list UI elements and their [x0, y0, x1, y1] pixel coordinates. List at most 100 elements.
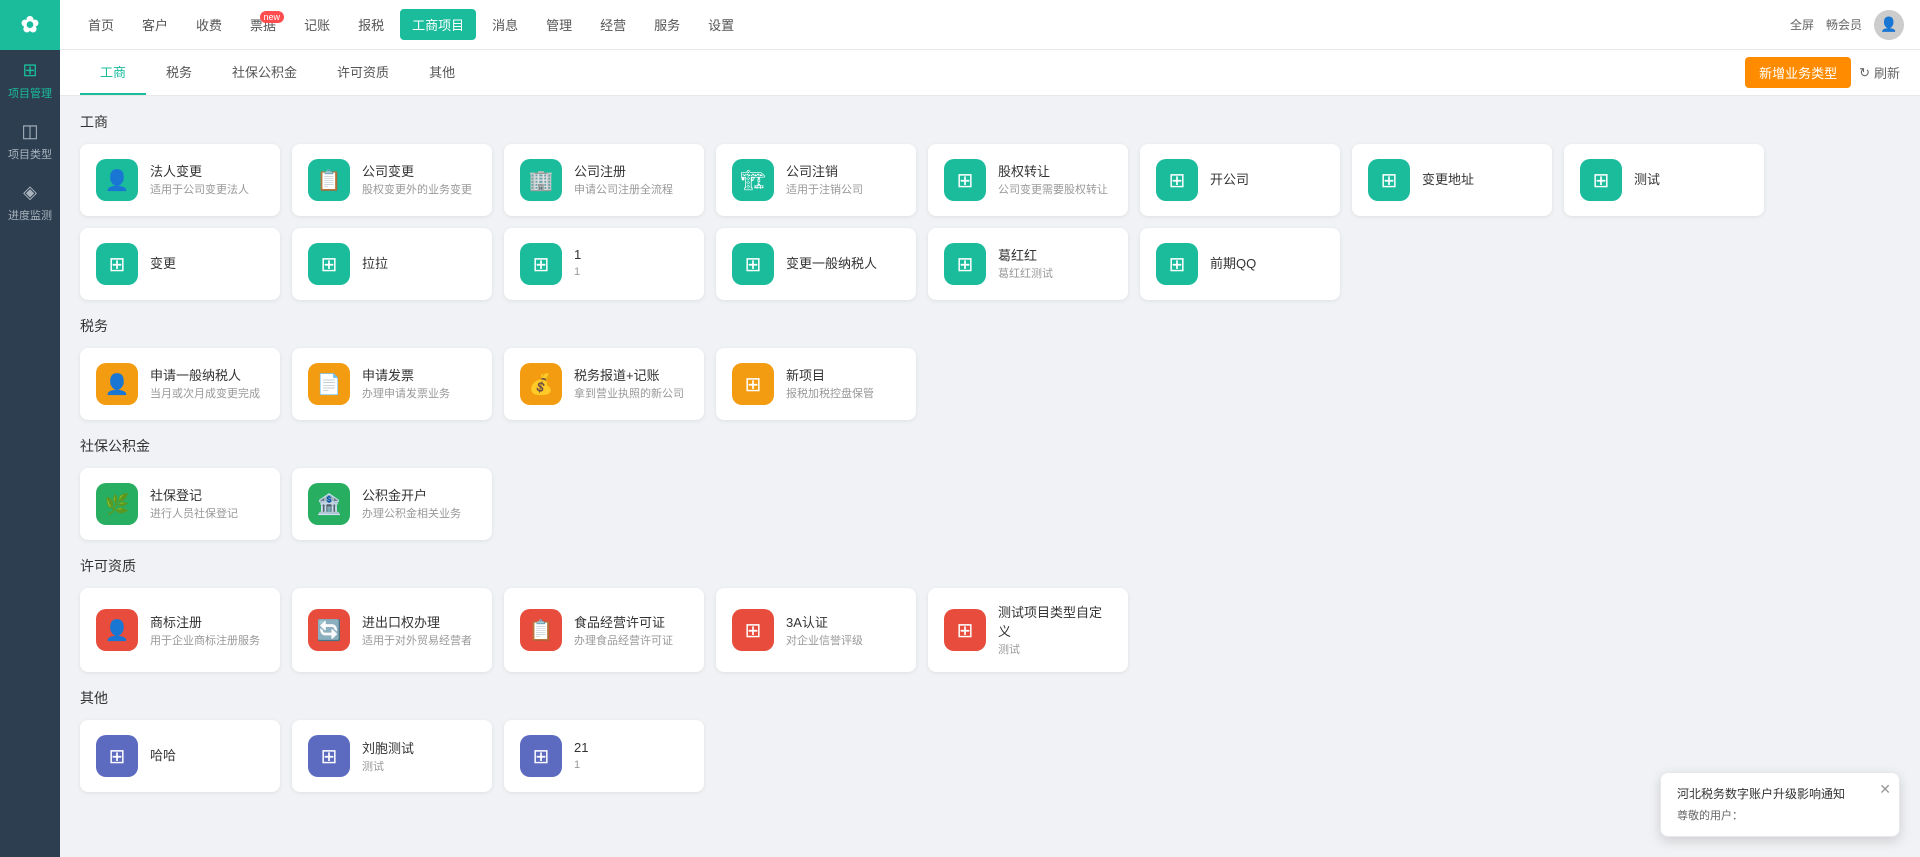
nav-management[interactable]: 管理 — [534, 9, 584, 40]
card-import-export[interactable]: 🔄 进出口权办理 适用于对外贸易经营者 — [292, 588, 492, 672]
nav-accounting[interactable]: 记账 — [292, 9, 342, 40]
card-title-one: 1 — [574, 247, 688, 262]
subtab-industry[interactable]: 工商 — [80, 50, 146, 95]
card-ge-honghong[interactable]: ⊞ 葛红红 葛红红测试 — [928, 228, 1128, 300]
subtab-tax[interactable]: 税务 — [146, 50, 212, 95]
card-trademark[interactable]: 👤 商标注册 用于企业商标注册服务 — [80, 588, 280, 672]
card-title-apply-taxpayer: 申请一般纳税人 — [150, 365, 264, 384]
card-desc-test-type: 测试 — [998, 643, 1112, 658]
card-company-cancel[interactable]: 🏗 公司注销 适用于注销公司 — [716, 144, 916, 216]
member-btn[interactable]: 畅会员 — [1826, 16, 1862, 33]
nav-invoice[interactable]: 票据 new — [238, 9, 288, 40]
card-icon-liupao-test: ⊞ — [308, 735, 350, 777]
card-icon-equity-transfer: ⊞ — [944, 159, 986, 201]
subtab-other[interactable]: 其他 — [409, 50, 475, 95]
new-type-button[interactable]: 新增业务类型 — [1745, 57, 1851, 88]
card-fund-open[interactable]: 🏦 公积金开户 办理公积金相关业务 — [292, 468, 492, 540]
card-desc-food-license: 办理食品经营许可证 — [574, 634, 688, 649]
card-change-address[interactable]: ⊞ 变更地址 — [1352, 144, 1552, 216]
card-liupao-test[interactable]: ⊞ 刘胞测试 测试 — [292, 720, 492, 792]
nav-service[interactable]: 服务 — [642, 9, 692, 40]
card-lala[interactable]: ⊞ 拉拉 — [292, 228, 492, 300]
card-desc-import-export: 适用于对外贸易经营者 — [362, 634, 476, 649]
card-title-company-register: 公司注册 — [574, 161, 688, 180]
nav-tax[interactable]: 报税 — [346, 9, 396, 40]
card-icon-company-cancel: 🏗 — [732, 159, 774, 201]
card-desc-company-register: 申请公司注册全流程 — [574, 183, 688, 198]
refresh-button[interactable]: ↻ 刷新 — [1859, 63, 1900, 82]
card-desc-social-register: 进行人员社保登记 — [150, 507, 264, 522]
nav-home[interactable]: 首页 — [76, 9, 126, 40]
invoice-badge: new — [260, 11, 285, 23]
nav-operation[interactable]: 经营 — [588, 9, 638, 40]
card-apply-taxpayer[interactable]: 👤 申请一般纳税人 当月或次月成变更完成 — [80, 348, 280, 420]
card-test[interactable]: ⊞ 测试 — [1564, 144, 1764, 216]
card-icon-legal-change: 👤 — [96, 159, 138, 201]
card-title-test: 测试 — [1634, 169, 1748, 188]
card-title-tax-report: 税务报道+记账 — [574, 365, 688, 384]
card-desc-3a-cert: 对企业信誉评级 — [786, 634, 900, 649]
card-change-taxpayer[interactable]: ⊞ 变更一般纳税人 — [716, 228, 916, 300]
cards-grid-industry: 👤 法人变更 适用于公司变更法人 📋 公司变更 股权变更外的业务变更 — [80, 144, 1900, 300]
sidebar-item-progress[interactable]: ◈ 进度监测 — [0, 172, 60, 233]
fullscreen-btn[interactable]: 全屏 — [1790, 16, 1814, 33]
notification-close-btn[interactable]: ✕ — [1879, 781, 1891, 798]
card-icon-company-change: 📋 — [308, 159, 350, 201]
nav-customer[interactable]: 客户 — [130, 9, 180, 40]
card-apply-invoice[interactable]: 📄 申请发票 办理申请发票业务 — [292, 348, 492, 420]
card-title-import-export: 进出口权办理 — [362, 612, 476, 631]
nav-industry[interactable]: 工商项目 — [400, 9, 476, 40]
card-legal-change[interactable]: 👤 法人变更 适用于公司变更法人 — [80, 144, 280, 216]
card-company-register[interactable]: 🏢 公司注册 申请公司注册全流程 — [504, 144, 704, 216]
nav-message[interactable]: 消息 — [480, 9, 530, 40]
section-title-industry: 工商 — [80, 112, 1900, 132]
card-open-company[interactable]: ⊞ 开公司 — [1140, 144, 1340, 216]
card-twenty-one[interactable]: ⊞ 21 1 — [504, 720, 704, 792]
section-title-social: 社保公积金 — [80, 436, 1900, 456]
card-icon-one: ⊞ — [520, 243, 562, 285]
card-icon-haha: ⊞ — [96, 735, 138, 777]
section-title-tax: 税务 — [80, 316, 1900, 336]
card-haha[interactable]: ⊞ 哈哈 — [80, 720, 280, 792]
card-title-haha: 哈哈 — [150, 745, 264, 764]
card-social-register[interactable]: 🌿 社保登记 进行人员社保登记 — [80, 468, 280, 540]
card-change[interactable]: ⊞ 变更 — [80, 228, 280, 300]
card-food-license[interactable]: 📋 食品经营许可证 办理食品经营许可证 — [504, 588, 704, 672]
card-icon-change: ⊞ — [96, 243, 138, 285]
card-title-front-qq: 前期QQ — [1210, 253, 1324, 272]
sidebar-label-project-type: 项目类型 — [8, 146, 52, 162]
card-icon-apply-taxpayer: 👤 — [96, 363, 138, 405]
cards-grid-other: ⊞ 哈哈 ⊞ 刘胞测试 测试 ⊞ — [80, 720, 1900, 792]
card-icon-company-register: 🏢 — [520, 159, 562, 201]
card-desc-company-change: 股权变更外的业务变更 — [362, 183, 476, 198]
sidebar-item-project-type[interactable]: ◫ 项目类型 — [0, 111, 60, 172]
nav-settings[interactable]: 设置 — [696, 9, 746, 40]
card-test-type[interactable]: ⊞ 测试项目类型自定义 测试 — [928, 588, 1128, 672]
card-3a-cert[interactable]: ⊞ 3A认证 对企业信誉评级 — [716, 588, 916, 672]
card-equity-transfer[interactable]: ⊞ 股权转让 公司变更需要股权转让 — [928, 144, 1128, 216]
card-desc-ge-honghong: 葛红红测试 — [998, 267, 1112, 282]
card-company-change[interactable]: 📋 公司变更 股权变更外的业务变更 — [292, 144, 492, 216]
card-icon-twenty-one: ⊞ — [520, 735, 562, 777]
card-title-legal-change: 法人变更 — [150, 161, 264, 180]
card-title-open-company: 开公司 — [1210, 169, 1324, 188]
card-desc-new-project: 报税加税控盘保管 — [786, 387, 900, 402]
section-title-other: 其他 — [80, 688, 1900, 708]
card-one[interactable]: ⊞ 1 1 — [504, 228, 704, 300]
sidebar-label-project-mgmt: 项目管理 — [8, 85, 52, 101]
nav-billing[interactable]: 收费 — [184, 9, 234, 40]
subtab-social[interactable]: 社保公积金 — [212, 50, 317, 95]
card-title-change: 变更 — [150, 253, 264, 272]
card-desc-twenty-one: 1 — [574, 758, 688, 773]
card-icon-ge-honghong: ⊞ — [944, 243, 986, 285]
card-icon-fund-open: 🏦 — [308, 483, 350, 525]
sidebar-item-project-mgmt[interactable]: ⊞ 项目管理 — [0, 50, 60, 111]
subtab-license[interactable]: 许可资质 — [317, 50, 409, 95]
card-desc-trademark: 用于企业商标注册服务 — [150, 634, 264, 649]
card-new-project[interactable]: ⊞ 新项目 报税加税控盘保管 — [716, 348, 916, 420]
card-tax-report[interactable]: 💰 税务报道+记账 拿到营业执照的新公司 — [504, 348, 704, 420]
avatar[interactable]: 👤 — [1874, 10, 1904, 40]
notification-title: 河北税务数字账户升级影响通知 — [1677, 785, 1883, 802]
card-desc-company-cancel: 适用于注销公司 — [786, 183, 900, 198]
card-front-qq[interactable]: ⊞ 前期QQ — [1140, 228, 1340, 300]
